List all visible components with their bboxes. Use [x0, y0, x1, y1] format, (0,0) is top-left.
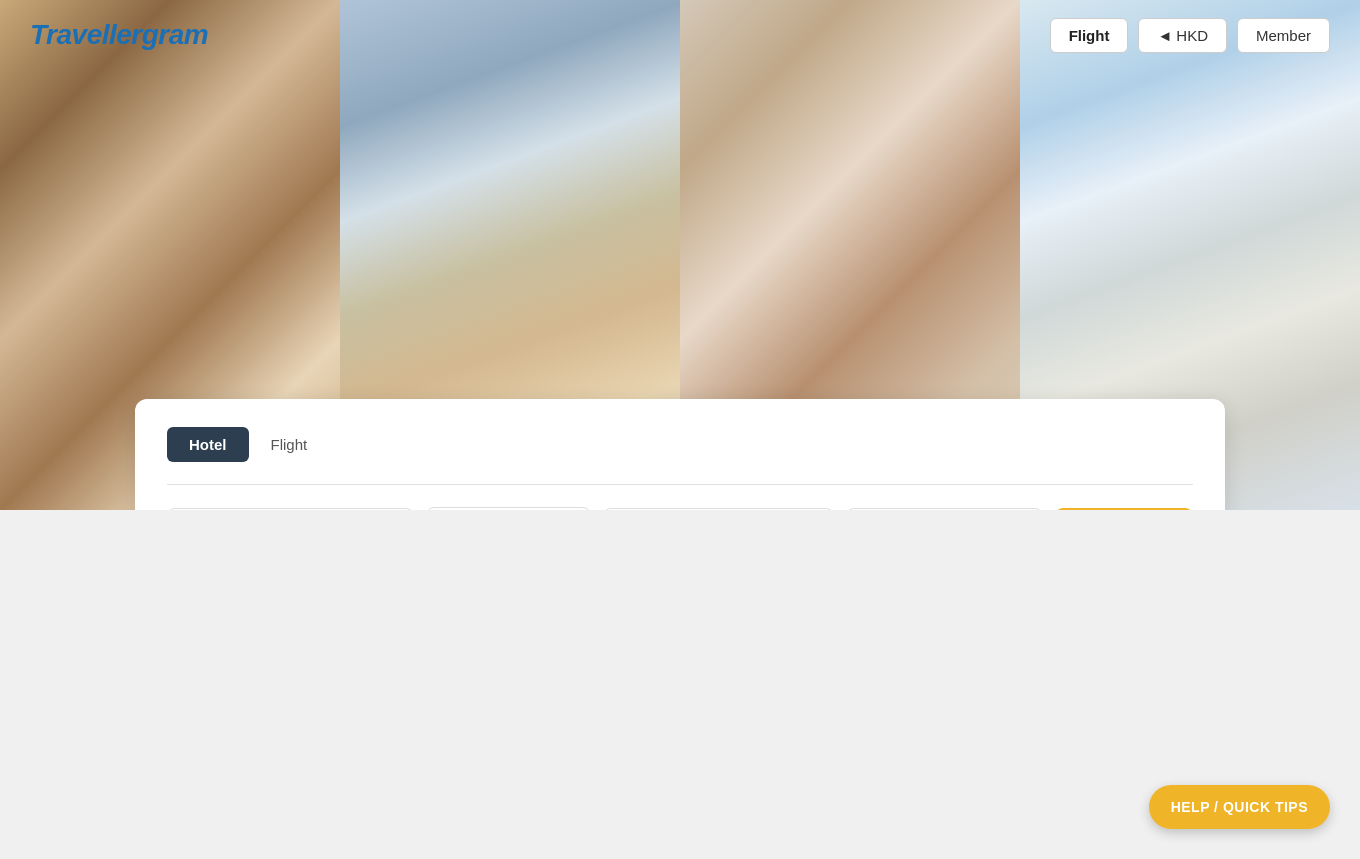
search-button[interactable]: SEARCH: [1055, 508, 1193, 511]
location-input[interactable]: [167, 508, 414, 511]
country-select[interactable]: United States United Kingdom Japan Austr…: [426, 507, 591, 510]
tab-divider: [167, 484, 1193, 485]
tab-hotel[interactable]: Hotel: [167, 427, 249, 462]
logo: Travellergram: [30, 19, 208, 51]
tab-flight[interactable]: Flight: [249, 427, 330, 462]
help-button[interactable]: HELP / QUICK TIPS: [1149, 785, 1330, 829]
hkd-label: HKD: [1176, 27, 1208, 44]
tab-row: Hotel Flight: [167, 427, 1193, 462]
header: Travellergram Flight ◄ HKD Member: [0, 0, 1360, 70]
search-panel: Hotel Flight United States United Kingdo…: [135, 399, 1225, 510]
hkd-arrow-icon: ◄: [1157, 27, 1172, 44]
room-select-wrap: 1 Room and 1 Adult 1 Room and 2 Adult 2 …: [846, 508, 1044, 511]
header-nav: Flight ◄ HKD Member: [1050, 18, 1330, 53]
hero-section: Hotel Flight United States United Kingdo…: [0, 0, 1360, 510]
member-button[interactable]: Member: [1237, 18, 1330, 53]
hkd-button[interactable]: ◄ HKD: [1138, 18, 1227, 53]
search-row: United States United Kingdom Japan Austr…: [167, 507, 1193, 510]
country-select-wrap: United States United Kingdom Japan Austr…: [426, 507, 591, 510]
room-select[interactable]: 1 Room and 1 Adult 1 Room and 2 Adult 2 …: [846, 508, 1044, 511]
location-input-wrap: [167, 508, 414, 511]
flight-button[interactable]: Flight: [1050, 18, 1129, 53]
date-input-wrap: 2025-02-20 ~ 2025 📅: [603, 508, 834, 511]
date-input[interactable]: 2025-02-20 ~ 2025 📅: [603, 508, 834, 511]
